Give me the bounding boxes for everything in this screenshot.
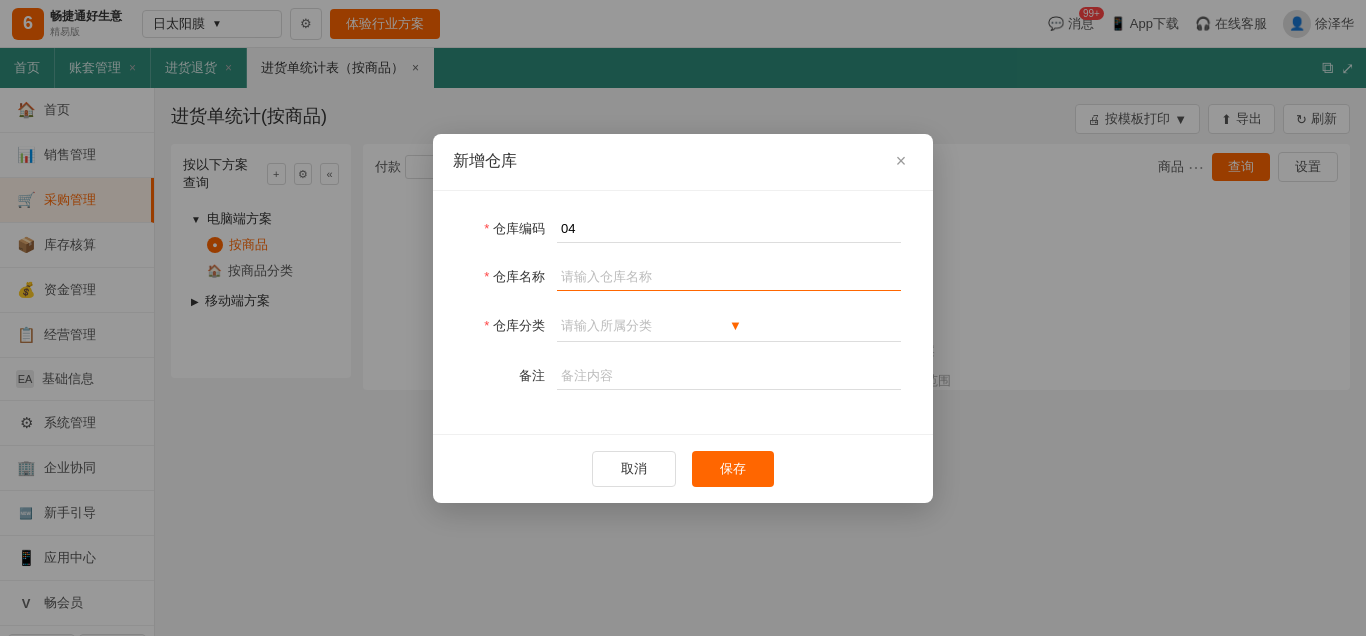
form-row-remark: 备注 (465, 362, 901, 390)
select-arrow-icon: ▼ (729, 318, 897, 333)
dialog-close-button[interactable]: × (889, 150, 913, 174)
category-select[interactable]: 请输入所属分类 ▼ (557, 311, 901, 342)
dialog-header: 新增仓库 × (433, 134, 933, 191)
save-button[interactable]: 保存 (692, 451, 774, 487)
add-warehouse-dialog: 新增仓库 × 仓库编码 仓库名称 仓库分类 请输入所属分类 ▼ (433, 134, 933, 503)
dialog-overlay[interactable]: 新增仓库 × 仓库编码 仓库名称 仓库分类 请输入所属分类 ▼ (0, 0, 1366, 636)
form-row-name: 仓库名称 (465, 263, 901, 291)
form-row-code: 仓库编码 (465, 215, 901, 243)
form-row-category: 仓库分类 请输入所属分类 ▼ (465, 311, 901, 342)
code-label: 仓库编码 (465, 220, 545, 238)
name-input[interactable] (557, 263, 901, 291)
code-input[interactable] (557, 215, 901, 243)
remark-label: 备注 (465, 367, 545, 385)
dialog-body: 仓库编码 仓库名称 仓库分类 请输入所属分类 ▼ 备注 (433, 191, 933, 434)
remark-input[interactable] (557, 362, 901, 390)
cancel-button[interactable]: 取消 (592, 451, 676, 487)
dialog-title: 新增仓库 (453, 151, 517, 172)
dialog-footer: 取消 保存 (433, 434, 933, 503)
name-label: 仓库名称 (465, 268, 545, 286)
category-label: 仓库分类 (465, 317, 545, 335)
